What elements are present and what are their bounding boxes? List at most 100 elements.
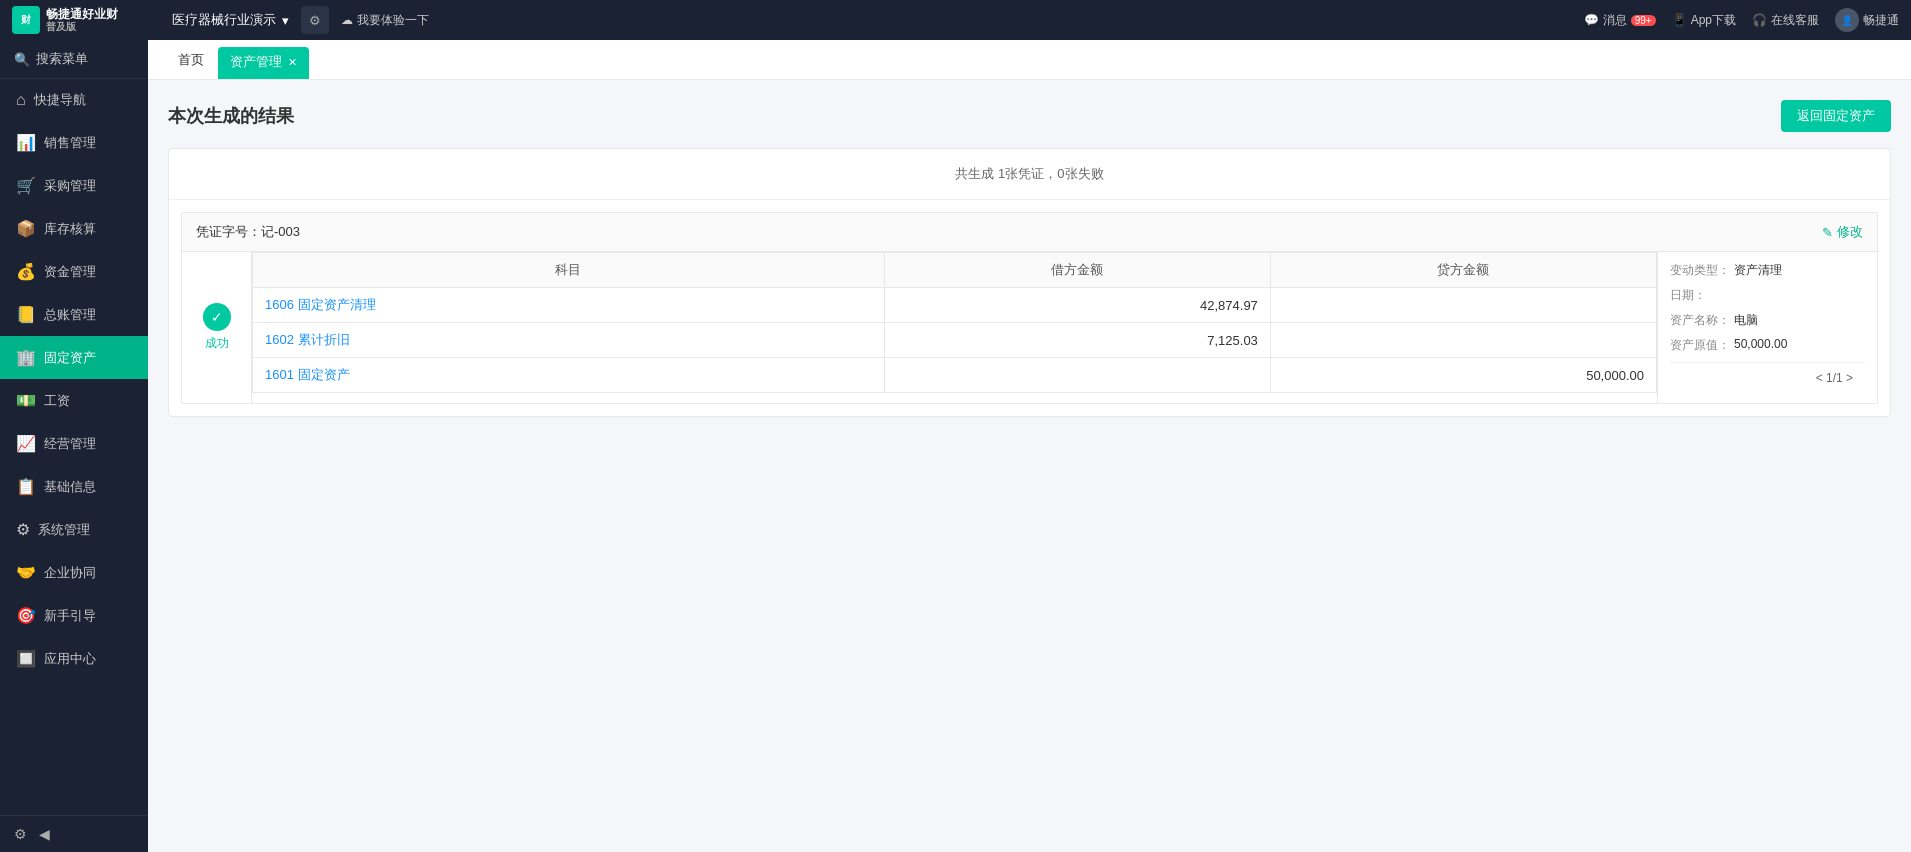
online-service-label: 在线客服 — [1771, 12, 1819, 29]
edit-label: 修改 — [1837, 223, 1863, 241]
dropdown-icon: ▾ — [282, 13, 289, 28]
change-type-value: 资产清理 — [1734, 262, 1782, 279]
status-cell: ✓ 成功 — [182, 252, 252, 403]
sidebar-label-ledger: 总账管理 — [44, 306, 96, 324]
sales-icon: 📊 — [16, 133, 36, 152]
row1-credit — [1270, 288, 1656, 323]
return-button[interactable]: 返回固定资产 — [1781, 100, 1891, 132]
voucher-number: 凭证字号：记-003 — [196, 223, 300, 241]
asset-name-label: 资产名称： — [1670, 312, 1730, 329]
summary-text: 共生成 1张凭证，0张失败 — [955, 166, 1103, 181]
tab-home[interactable]: 首页 — [164, 43, 218, 79]
sidebar-item-collaboration[interactable]: 🤝 企业协同 — [0, 551, 148, 594]
sidebar-label-purchase: 采购管理 — [44, 177, 96, 195]
system-icon: ⚙ — [16, 520, 30, 539]
tab-close-icon[interactable]: ✕ — [288, 56, 297, 69]
row1-subject: 1606 固定资产清理 — [253, 288, 885, 323]
sidebar-label-app-center: 应用中心 — [44, 650, 96, 668]
company-selector[interactable]: 医疗器械行业演示 ▾ — [172, 11, 289, 29]
purchase-icon: 🛒 — [16, 176, 36, 195]
search-icon: 🔍 — [14, 52, 30, 67]
service-icon: 🎧 — [1752, 13, 1767, 27]
result-summary: 共生成 1张凭证，0张失败 — [169, 149, 1890, 200]
collaboration-icon: 🤝 — [16, 563, 36, 582]
row2-subject: 1602 累计折旧 — [253, 323, 885, 358]
sidebar-label-payroll: 工资 — [44, 392, 70, 410]
topbar: 财 畅捷通好业财 普及版 医疗器械行业演示 ▾ ⚙ ☁ 我要体验一下 💬 消息 … — [0, 0, 1911, 40]
row1-debit: 42,874.97 — [884, 288, 1270, 323]
sidebar-item-inventory[interactable]: 📦 库存核算 — [0, 207, 148, 250]
avatar: 👤 — [1835, 8, 1859, 32]
sidebar-item-app-center[interactable]: 🔲 应用中心 — [0, 637, 148, 680]
voucher-body: ✓ 成功 科目 借方金额 贷方金额 — [182, 252, 1877, 403]
fixed-assets-icon: 🏢 — [16, 348, 36, 367]
col-header-debit: 借方金额 — [884, 253, 1270, 288]
tab-asset-mgmt[interactable]: 资产管理 ✕ — [218, 47, 309, 79]
experience-button[interactable]: ☁ 我要体验一下 — [341, 12, 429, 29]
payroll-icon: 💵 — [16, 391, 36, 410]
app-download-button[interactable]: 📱 App下载 — [1672, 12, 1736, 29]
search-menu[interactable]: 🔍 搜索菜单 — [0, 40, 148, 79]
sidebar-label-inventory: 库存核算 — [44, 220, 96, 238]
sidebar-item-guide[interactable]: 🎯 新手引导 — [0, 594, 148, 637]
settings-button[interactable]: ⚙ — [301, 6, 329, 34]
page-content: 本次生成的结果 返回固定资产 共生成 1张凭证，0张失败 凭证字号：记-003 … — [148, 80, 1911, 852]
sidebar-label-finance: 资金管理 — [44, 263, 96, 281]
sidebar-item-ledger[interactable]: 📒 总账管理 — [0, 293, 148, 336]
basic-info-icon: 📋 — [16, 477, 36, 496]
sidebar-item-purchase[interactable]: 🛒 采购管理 — [0, 164, 148, 207]
info-row-date: 日期： — [1670, 287, 1865, 304]
sidebar-item-payroll[interactable]: 💵 工资 — [0, 379, 148, 422]
search-label: 搜索菜单 — [36, 50, 88, 68]
sidebar-item-finance[interactable]: 💰 资金管理 — [0, 250, 148, 293]
message-button[interactable]: 💬 消息 99+ — [1584, 12, 1656, 29]
status-label: 成功 — [205, 335, 229, 352]
collapse-sidebar-icon[interactable]: ◀ — [39, 826, 50, 842]
inventory-icon: 📦 — [16, 219, 36, 238]
sidebar-label-sales: 销售管理 — [44, 134, 96, 152]
success-icon: ✓ — [203, 303, 231, 331]
guide-icon: 🎯 — [16, 606, 36, 625]
sidebar-item-sales[interactable]: 📊 销售管理 — [0, 121, 148, 164]
edit-button[interactable]: ✎ 修改 — [1822, 223, 1863, 241]
cloud-icon: ☁ — [341, 13, 353, 27]
row2-credit — [1270, 323, 1656, 358]
col-header-credit: 贷方金额 — [1270, 253, 1656, 288]
sidebar-item-fixed-assets[interactable]: 🏢 固定资产 — [0, 336, 148, 379]
app-name: 畅捷通好业财 — [46, 7, 118, 21]
company-name: 医疗器械行业演示 — [172, 11, 276, 29]
sidebar-label-operations: 经营管理 — [44, 435, 96, 453]
tab-asset-mgmt-label: 资产管理 — [230, 53, 282, 71]
asset-name-value: 电脑 — [1734, 312, 1758, 329]
voucher-info-panel: 变动类型： 资产清理 日期： 资产名称： 电脑 — [1657, 252, 1877, 403]
app-logo: 财 畅捷通好业财 普及版 — [12, 6, 152, 34]
online-service-button[interactable]: 🎧 在线客服 — [1752, 12, 1819, 29]
voucher-table: 科目 借方金额 贷方金额 1606 固定资产清理 42,874.97 — [252, 252, 1657, 393]
sidebar-item-system[interactable]: ⚙ 系统管理 — [0, 508, 148, 551]
info-row-asset-name: 资产名称： 电脑 — [1670, 312, 1865, 329]
user-menu[interactable]: 👤 畅捷通 — [1835, 8, 1899, 32]
original-value-label: 资产原值： — [1670, 337, 1730, 354]
message-label: 消息 — [1603, 12, 1627, 29]
experience-label: 我要体验一下 — [357, 12, 429, 29]
finance-icon: 💰 — [16, 262, 36, 281]
sidebar-label-fixed-assets: 固定资产 — [44, 349, 96, 367]
settings-bottom-icon[interactable]: ⚙ — [14, 826, 27, 842]
logo-icon: 财 — [12, 6, 40, 34]
sidebar-item-quick-nav[interactable]: ⌂ 快捷导航 — [0, 79, 148, 121]
row3-debit — [884, 358, 1270, 393]
pagination[interactable]: < 1/1 > — [1670, 362, 1865, 393]
content-area: 首页 资产管理 ✕ 本次生成的结果 返回固定资产 共生成 1张凭证，0张失败 — [148, 40, 1911, 852]
app-center-icon: 🔲 — [16, 649, 36, 668]
voucher-table-wrap: 科目 借方金额 贷方金额 1606 固定资产清理 42,874.97 — [252, 252, 1657, 403]
info-row-change-type: 变动类型： 资产清理 — [1670, 262, 1865, 279]
sidebar-item-basic-info[interactable]: 📋 基础信息 — [0, 465, 148, 508]
table-row: 1602 累计折旧 7,125.03 — [253, 323, 1657, 358]
operations-icon: 📈 — [16, 434, 36, 453]
app-download-label: App下载 — [1691, 12, 1736, 29]
sidebar-item-operations[interactable]: 📈 经营管理 — [0, 422, 148, 465]
change-type-label: 变动类型： — [1670, 262, 1730, 279]
user-name: 畅捷通 — [1863, 12, 1899, 29]
tab-bar: 首页 资产管理 ✕ — [148, 40, 1911, 80]
original-value-value: 50,000.00 — [1734, 337, 1787, 354]
